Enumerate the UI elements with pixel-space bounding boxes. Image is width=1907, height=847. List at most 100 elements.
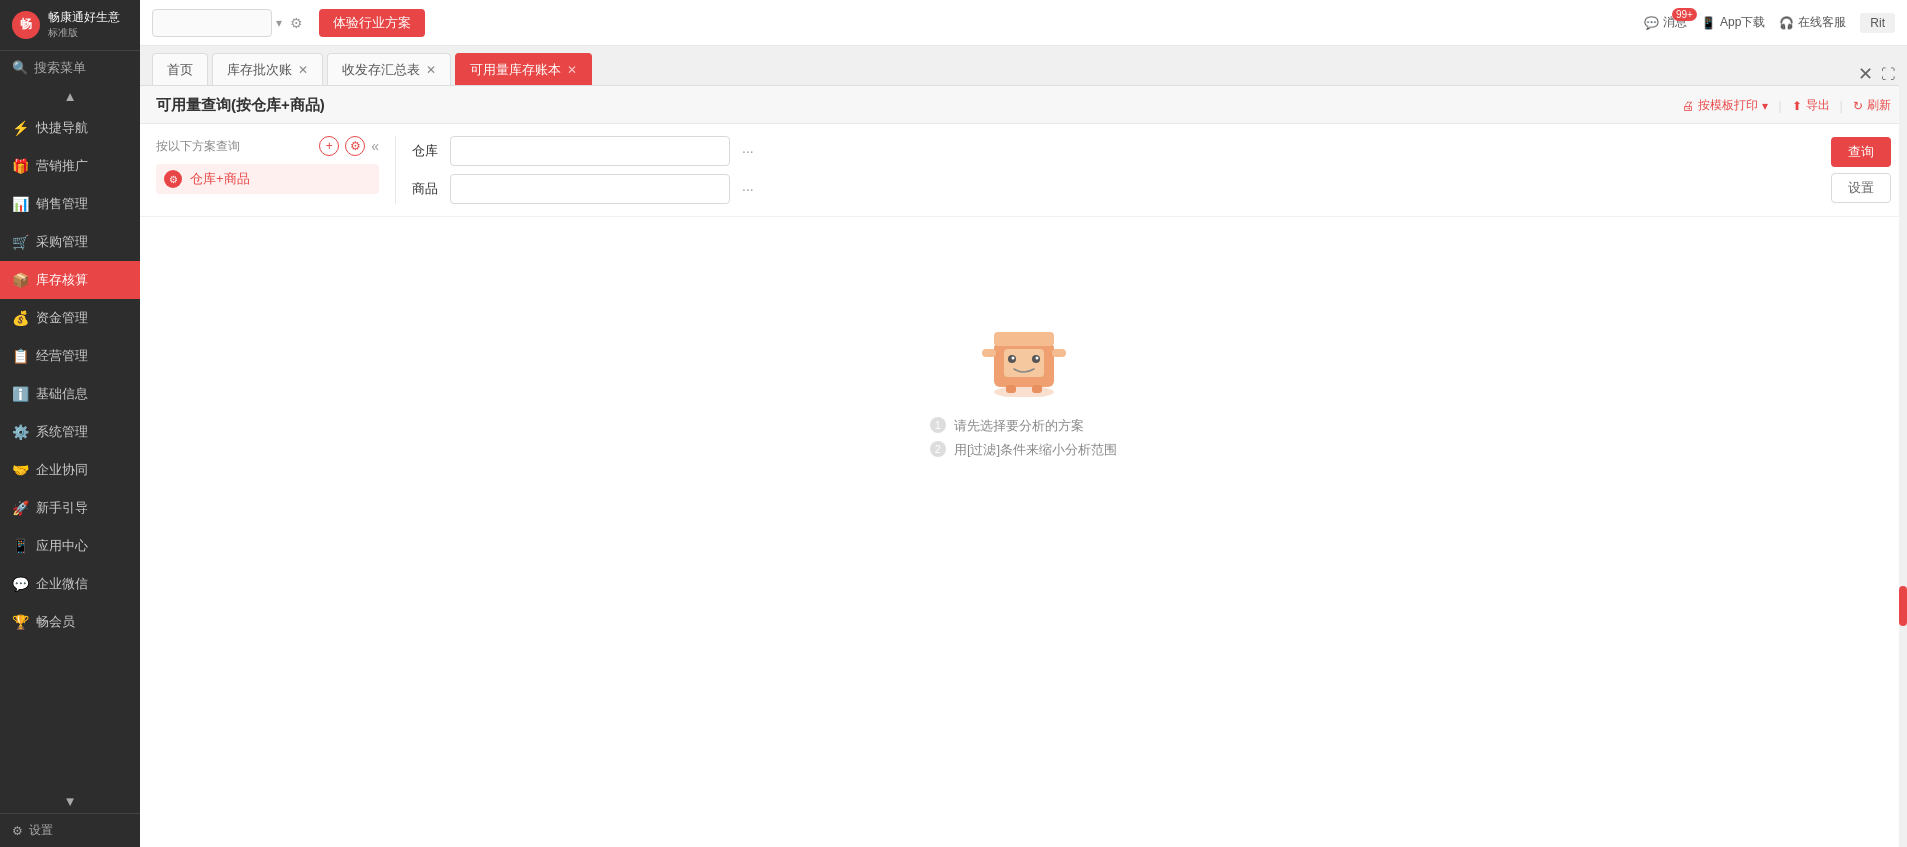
print-button[interactable]: 🖨 按模板打印 ▾ [1682,97,1768,114]
app-name: 畅康通好生意 [48,10,120,26]
online-service-label: 在线客服 [1798,14,1846,31]
tab-available-inventory[interactable]: 可用量库存账本 ✕ [455,53,592,85]
sidebar-search[interactable]: 🔍 搜索菜单 [0,51,140,85]
sidebar-item-inventory[interactable]: 📦 库存核算 [0,261,140,299]
industry-solution-button[interactable]: 体验行业方案 [319,9,425,37]
mobile-icon: 📱 [12,538,28,554]
tab-home[interactable]: 首页 [152,53,208,85]
page-header: 可用量查询(按仓库+商品) 🖨 按模板打印 ▾ | ⬆ 导出 | ↻ 刷新 [140,86,1907,124]
sidebar-item-weixin[interactable]: 💬 企业微信 [0,565,140,603]
clipboard-icon: 📋 [12,348,28,364]
refresh-button[interactable]: ↻ 刷新 [1853,97,1891,114]
sidebar-item-operation[interactable]: 📋 经营管理 [0,337,140,375]
sidebar-item-label: 应用中心 [36,537,88,555]
scheme-item-warehouse-goods[interactable]: ⚙ 仓库+商品 [156,164,379,194]
svg-rect-3 [1004,349,1044,377]
sidebar-item-app-center[interactable]: 📱 应用中心 [0,527,140,565]
expand-icon[interactable]: ⛶ [1881,66,1895,82]
sidebar-item-label: 基础信息 [36,385,88,403]
query-buttons: 查询 设置 [1815,136,1891,204]
sidebar-item-sales[interactable]: 📊 销售管理 [0,185,140,223]
sidebar-item-system[interactable]: ⚙️ 系统管理 [0,413,140,451]
sidebar-scroll-up[interactable]: ▲ [0,85,140,109]
headset-icon: 🎧 [1779,16,1794,30]
sidebar-item-purchase[interactable]: 🛒 采购管理 [0,223,140,261]
hint-text-1: 请先选择要分析的方案 [954,417,1084,435]
warehouse-filter-input[interactable] [450,136,730,166]
sidebar-item-label: 畅会员 [36,613,75,631]
scheme-settings-button[interactable]: ⚙ [345,136,365,156]
chart-icon: 📊 [12,196,28,212]
sidebar-item-label: 销售管理 [36,195,88,213]
gear-icon: ⚙️ [12,424,28,440]
export-button[interactable]: ⬆ 导出 [1792,97,1830,114]
tab-label: 可用量库存账本 [470,61,561,79]
sidebar-item-quick-nav[interactable]: ⚡ 快捷导航 [0,109,140,147]
notification-button[interactable]: 💬 消息 99+ [1644,14,1687,31]
tab-inventory-batch[interactable]: 库存批次账 ✕ [212,53,323,85]
empty-robot-svg [974,297,1074,397]
tab-close-icon[interactable]: ✕ [298,63,308,77]
query-button[interactable]: 查询 [1831,137,1891,167]
goods-more-button[interactable]: ··· [738,181,758,197]
svg-rect-9 [1032,385,1042,393]
add-scheme-button[interactable]: + [319,136,339,156]
sidebar-item-label: 经营管理 [36,347,88,365]
sidebar-item-basic[interactable]: ℹ️ 基础信息 [0,375,140,413]
divider: | [1778,98,1781,113]
query-schemes-actions: + ⚙ « [319,136,379,156]
topbar-gear-icon[interactable]: ⚙ [290,15,303,31]
sidebar-item-label: 库存核算 [36,271,88,289]
sidebar-item-newbie[interactable]: 🚀 新手引导 [0,489,140,527]
right-scrollbar[interactable] [1899,46,1907,847]
filter-group-goods: 商品 ··· [412,174,758,204]
print-icon: 🖨 [1682,99,1694,113]
settings-button[interactable]: 设置 [1831,173,1891,203]
filter-row-goods: 商品 ··· [412,174,1815,204]
svg-point-7 [1035,357,1038,360]
sidebar-item-label: 新手引导 [36,499,88,517]
bell-icon: 💬 [1644,16,1659,30]
user-profile-button[interactable]: Rit [1860,13,1895,33]
query-area: 按以下方案查询 + ⚙ « ⚙ 仓库+商品 仓库 [140,124,1907,217]
tab-close-icon[interactable]: ✕ [426,63,436,77]
phone-icon: 📱 [1701,16,1716,30]
tab-home-label: 首页 [167,61,193,79]
online-service-button[interactable]: 🎧 在线客服 [1779,14,1846,31]
tab-close-icon[interactable]: ✕ [567,63,577,77]
empty-illustration [974,297,1074,397]
page-title: 可用量查询(按仓库+商品) [156,96,325,115]
money-icon: 💰 [12,310,28,326]
sidebar-item-enterprise[interactable]: 🤝 企业协同 [0,451,140,489]
goods-filter-label: 商品 [412,180,442,198]
scheme-item-label: 仓库+商品 [190,170,250,188]
sidebar-header: 畅 畅康通好生意 标准版 [0,0,140,51]
collapse-schemes-button[interactable]: « [371,138,379,154]
sidebar-logo: 畅 [12,11,40,39]
empty-hints: 1 请先选择要分析的方案 2 用[过滤]条件来缩小分析范围 [930,417,1117,465]
sidebar-item-member[interactable]: 🏆 畅会员 [0,603,140,641]
goods-filter-input[interactable] [450,174,730,204]
warehouse-more-button[interactable]: ··· [738,143,758,159]
sidebar-item-finance[interactable]: 💰 资金管理 [0,299,140,337]
refresh-icon: ↻ [1853,99,1863,113]
svg-rect-11 [1052,349,1066,357]
page-content: 可用量查询(按仓库+商品) 🖨 按模板打印 ▾ | ⬆ 导出 | ↻ 刷新 [140,86,1907,847]
gift-icon: 🎁 [12,158,28,174]
chevron-down-icon[interactable]: ▾ [276,16,282,30]
sidebar-scroll-down[interactable]: ▼ [0,789,140,813]
svg-point-0 [994,386,1054,397]
hint-text-2: 用[过滤]条件来缩小分析范围 [954,441,1117,459]
search-icon: 🔍 [12,60,28,75]
notification-badge: 99+ [1672,8,1697,21]
sidebar-bottom-label: 设置 [29,822,53,839]
app-download-button[interactable]: 📱 App下载 [1701,14,1765,31]
main-area: ▾ ⚙ 体验行业方案 💬 消息 99+ 📱 App下载 🎧 在线客服 Rit 首… [140,0,1907,847]
topbar-search-input[interactable] [152,9,272,37]
close-all-tabs-icon[interactable]: ✕ [1858,63,1873,85]
sidebar-item-marketing[interactable]: 🎁 营销推广 [0,147,140,185]
topbar: ▾ ⚙ 体验行业方案 💬 消息 99+ 📱 App下载 🎧 在线客服 Rit [140,0,1907,46]
tab-receive-summary[interactable]: 收发存汇总表 ✕ [327,53,451,85]
cart-icon: 🛒 [12,234,28,250]
query-schemes-title: 按以下方案查询 [156,138,240,155]
